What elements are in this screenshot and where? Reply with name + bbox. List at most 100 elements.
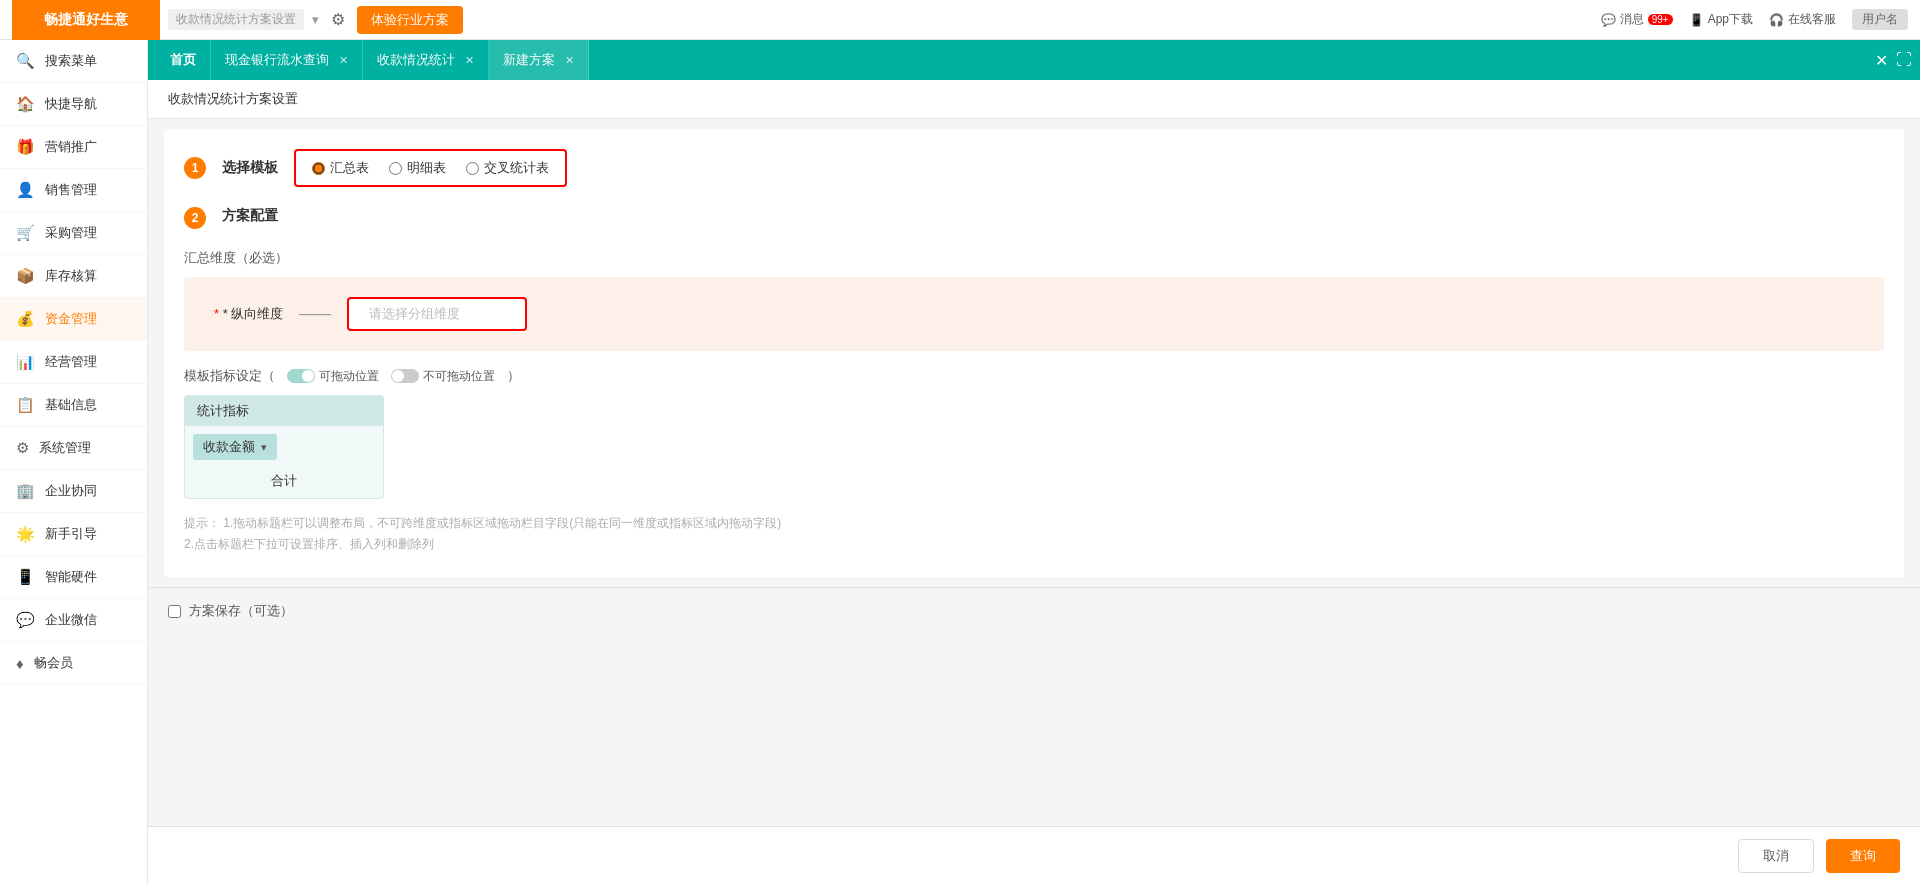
tab-bank[interactable]: 现金银行流水查询 ✕ — [211, 40, 363, 80]
step1-row: 1 选择模板 汇总表 明细表 交叉统计表 — [184, 149, 1884, 187]
radio-summary[interactable]: 汇总表 — [312, 159, 369, 177]
sidebar-item-purchase[interactable]: 🛒 采购管理 — [0, 212, 147, 255]
tab-home[interactable]: 首页 — [156, 40, 211, 80]
save-checkbox[interactable] — [168, 605, 181, 618]
indicator-header: 模板指标设定（ 可拖动位置 不可拖动位置 ） — [184, 367, 1884, 385]
tab-close-newplan[interactable]: ✕ — [565, 54, 574, 67]
sidebar-item-sales[interactable]: 👤 销售管理 — [0, 169, 147, 212]
sidebar-item-label: 企业微信 — [45, 611, 97, 629]
sidebar-item-label: 采购管理 — [45, 224, 97, 242]
plan-config-section: 汇总维度（必选） * * 纵向维度 —— 请选择分组维度 — [184, 249, 1884, 553]
main-layout: 🔍 搜索菜单 🏠 快捷导航 🎁 营销推广 👤 销售管理 🛒 采购管理 📦 库存核… — [0, 40, 1920, 885]
gift-icon: 🎁 — [16, 138, 35, 156]
tips-section: 提示： 1.拖动标题栏可以调整布局，不可跨维度或指标区域拖动栏目字段(只能在同一… — [184, 515, 1884, 553]
page-content: 收款情况统计方案设置 1 选择模板 汇总表 明细表 — [148, 80, 1920, 826]
content-area: 首页 现金银行流水查询 ✕ 收款情况统计 ✕ 新建方案 ✕ ✕ ⛶ 收 — [148, 40, 1920, 885]
step2-badge: 2 — [184, 207, 206, 229]
indicator-table-area: 统计指标 收款金额 ▾ 合计 — [184, 395, 384, 499]
tab-close-receipt[interactable]: ✕ — [465, 54, 474, 67]
sidebar-item-basics[interactable]: 📋 基础信息 — [0, 384, 147, 427]
user-avatar[interactable]: 用户名 — [1852, 9, 1908, 30]
sidebar-item-marketing[interactable]: 🎁 营销推广 — [0, 126, 147, 169]
chevron-down-icon: ▾ — [261, 441, 267, 454]
radio-detail-input[interactable] — [389, 162, 402, 175]
dimension-area: * * 纵向维度 —— 请选择分组维度 — [184, 277, 1884, 351]
maximize-window-button[interactable]: ⛶ — [1896, 51, 1912, 69]
breadcrumb-text: 收款情况统计方案设置 — [168, 9, 304, 30]
star-icon: 🌟 — [16, 525, 35, 543]
tab-close-bank[interactable]: ✕ — [339, 54, 348, 67]
trial-button[interactable]: 体验行业方案 — [357, 6, 463, 34]
sidebar-item-inventory[interactable]: 📦 库存核算 — [0, 255, 147, 298]
query-button[interactable]: 查询 — [1826, 839, 1900, 873]
close-window-button[interactable]: ✕ — [1875, 51, 1888, 70]
search-icon: 🔍 — [16, 52, 35, 70]
sidebar-item-hardware[interactable]: 📱 智能硬件 — [0, 556, 147, 599]
indicator-tag-row: 收款金额 ▾ — [185, 426, 383, 468]
message-badge: 99+ — [1648, 14, 1673, 25]
chat-icon: 💬 — [16, 611, 35, 629]
sidebar-item-vip[interactable]: ♦ 畅会员 — [0, 642, 147, 685]
sidebar-item-wechat[interactable]: 💬 企业微信 — [0, 599, 147, 642]
gear-icon: ⚙ — [16, 439, 29, 457]
save-option-label: 方案保存（可选） — [189, 602, 293, 620]
radio-detail[interactable]: 明细表 — [389, 159, 446, 177]
gear-button[interactable]: ⚙ — [327, 6, 349, 33]
message-button[interactable]: 💬 消息 99+ — [1601, 11, 1673, 28]
sidebar-item-corp[interactable]: 🏢 企业协同 — [0, 470, 147, 513]
form-section: 1 选择模板 汇总表 明细表 交叉统计表 — [164, 129, 1904, 577]
breadcrumb-area: 收款情况统计方案设置 ▾ ⚙ 体验行业方案 — [168, 6, 1593, 34]
sidebar-item-label: 销售管理 — [45, 181, 97, 199]
clipboard-icon: 📋 — [16, 396, 35, 414]
sidebar-item-label: 营销推广 — [45, 138, 97, 156]
sidebar-item-label: 新手引导 — [45, 525, 97, 543]
tab-bar: 首页 现金银行流水查询 ✕ 收款情况统计 ✕ 新建方案 ✕ ✕ ⛶ — [148, 40, 1920, 80]
dimension-section-title: 汇总维度（必选） — [184, 249, 1884, 267]
download-button[interactable]: 📱 App下载 — [1689, 11, 1753, 28]
diamond-icon: ♦ — [16, 655, 24, 672]
step2-row: 2 方案配置 — [184, 207, 1884, 229]
radio-summary-input[interactable] — [312, 162, 325, 175]
sidebar-item-finance[interactable]: 💰 资金管理 — [0, 298, 147, 341]
service-button[interactable]: 🎧 在线客服 — [1769, 11, 1836, 28]
radio-crosstab[interactable]: 交叉统计表 — [466, 159, 549, 177]
user-icon: 👤 — [16, 181, 35, 199]
sidebar-item-operations[interactable]: 📊 经营管理 — [0, 341, 147, 384]
sidebar-item-system[interactable]: ⚙ 系统管理 — [0, 427, 147, 470]
indicator-tag-receipt-amount[interactable]: 收款金额 ▾ — [193, 434, 277, 460]
step2-label: 方案配置 — [222, 207, 278, 225]
radio-summary-label: 汇总表 — [330, 159, 369, 177]
draggable-legend: 可拖动位置 — [287, 368, 379, 385]
arrow-right-icon: —— — [299, 305, 331, 323]
top-bar: 畅捷通好生意 收款情况统计方案设置 ▾ ⚙ 体验行业方案 💬 消息 99+ 📱 … — [0, 0, 1920, 40]
sidebar-item-newbie[interactable]: 🌟 新手引导 — [0, 513, 147, 556]
step1-badge: 1 — [184, 157, 206, 179]
indicator-total: 合计 — [185, 468, 383, 498]
dimension-row: * * 纵向维度 —— 请选择分组维度 — [214, 297, 1854, 331]
money-icon: 💰 — [16, 310, 35, 328]
sidebar-item-label: 企业协同 — [45, 482, 97, 500]
indicator-table-header: 统计指标 — [185, 396, 383, 426]
chevron-down-icon: ▾ — [312, 12, 319, 27]
logo: 畅捷通好生意 — [12, 0, 160, 40]
tab-newplan[interactable]: 新建方案 ✕ — [489, 40, 589, 80]
tip-2: 2.点击标题栏下拉可设置排序、插入列和删除列 — [184, 536, 1884, 553]
sidebar-item-label: 搜索菜单 — [45, 52, 97, 70]
sidebar-item-nav[interactable]: 🏠 快捷导航 — [0, 83, 147, 126]
dimension-select-input[interactable]: 请选择分组维度 — [347, 297, 527, 331]
sidebar-item-label: 快捷导航 — [45, 95, 97, 113]
message-icon: 💬 — [1601, 13, 1616, 27]
radio-detail-label: 明细表 — [407, 159, 446, 177]
cancel-button[interactable]: 取消 — [1738, 839, 1814, 873]
save-option-row: 方案保存（可选） — [148, 587, 1920, 634]
draggable-toggle-on — [287, 369, 315, 383]
radio-crosstab-input[interactable] — [466, 162, 479, 175]
non-draggable-legend: 不可拖动位置 — [391, 368, 495, 385]
home-icon: 🏠 — [16, 95, 35, 113]
sidebar-item-search[interactable]: 🔍 搜索菜单 — [0, 40, 147, 83]
step1-label: 选择模板 — [222, 159, 278, 177]
draggable-toggle-off — [391, 369, 419, 383]
tab-receipt[interactable]: 收款情况统计 ✕ — [363, 40, 489, 80]
sidebar-item-label: 智能硬件 — [45, 568, 97, 586]
sidebar-item-label: 系统管理 — [39, 439, 91, 457]
